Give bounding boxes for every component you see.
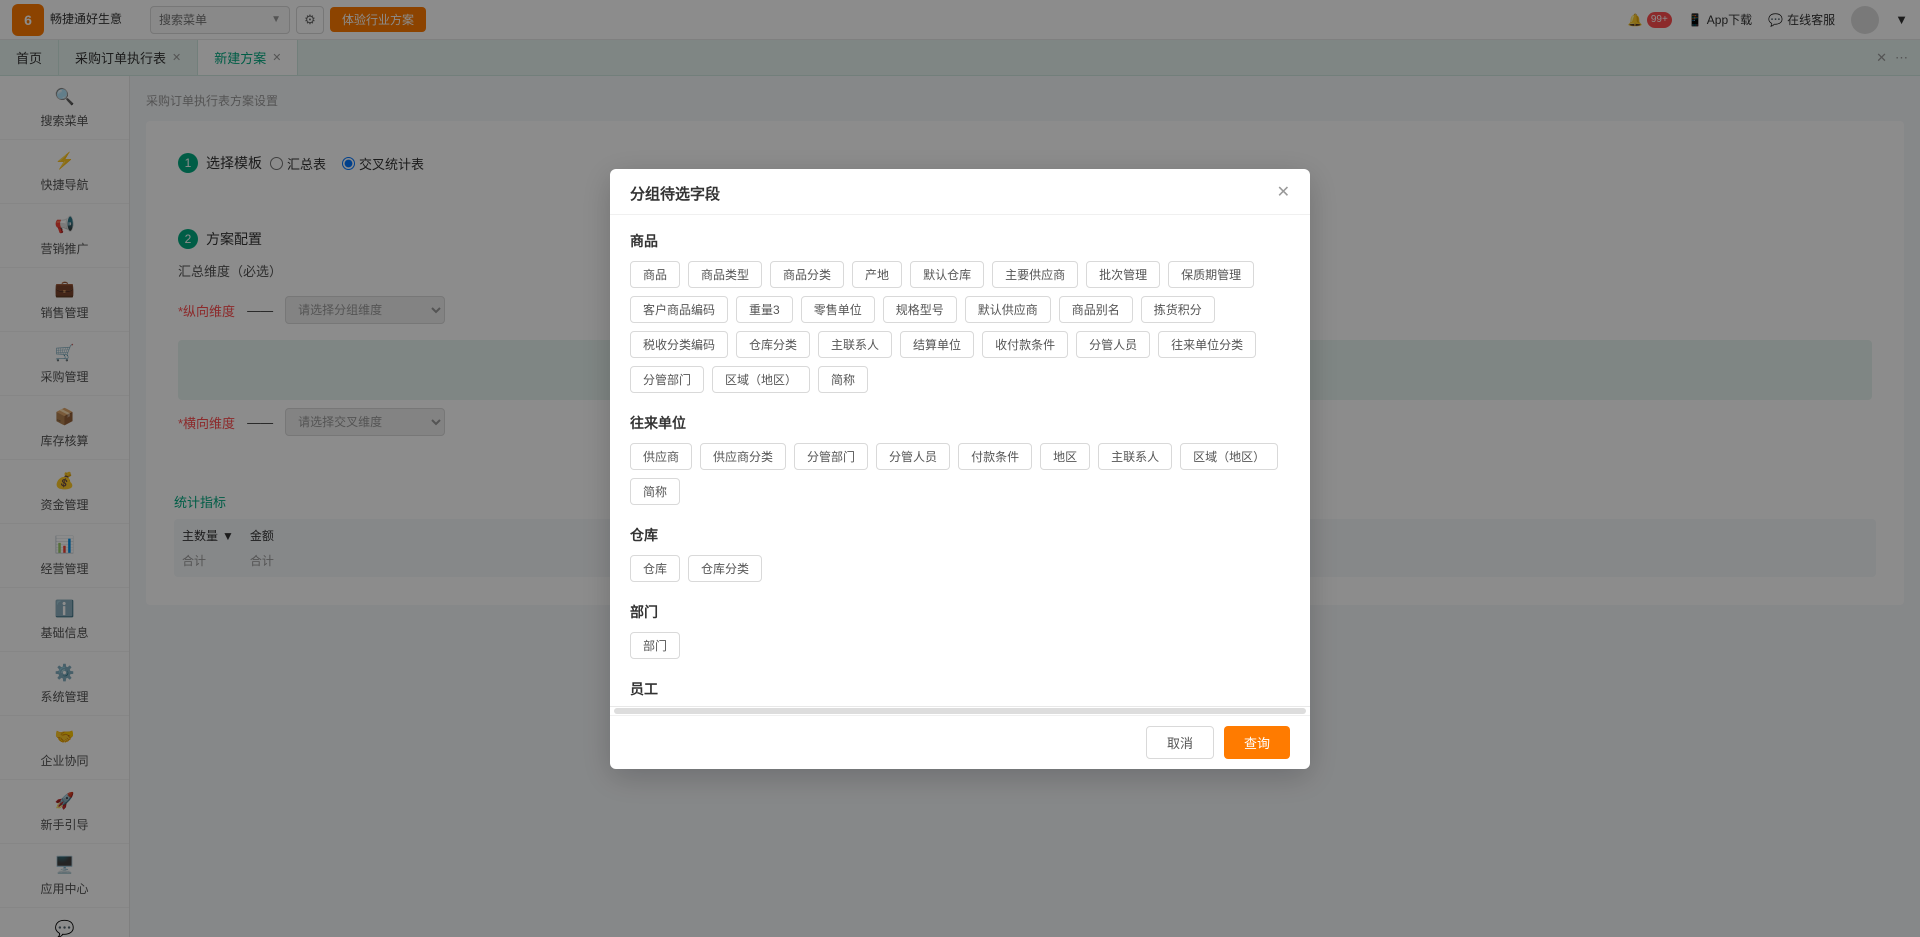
field-select-modal: 分组待选字段 ✕ 商品 商品 商品类型 商品分类 产地 默认仓库 主要供应商 批… <box>610 169 1310 769</box>
field-tag[interactable]: 默认仓库 <box>910 261 984 288</box>
field-group-staff: 员工 业务员 <box>630 679 1290 706</box>
field-tag[interactable]: 分管部门 <box>794 443 868 470</box>
field-tags-dept: 部门 <box>630 632 1290 659</box>
modal-footer: 取消 查询 <box>610 715 1310 769</box>
field-group-partner: 往来单位 供应商 供应商分类 分管部门 分管人员 付款条件 地区 主联系人 区域… <box>630 413 1290 505</box>
field-group-warehouse: 仓库 仓库 仓库分类 <box>630 525 1290 582</box>
field-tag[interactable]: 税收分类编码 <box>630 331 728 358</box>
field-tag[interactable]: 默认供应商 <box>965 296 1051 323</box>
field-tag[interactable]: 地区 <box>1040 443 1090 470</box>
modal-header: 分组待选字段 ✕ <box>610 169 1310 215</box>
field-tag[interactable]: 部门 <box>630 632 680 659</box>
field-tag[interactable]: 商品 <box>630 261 680 288</box>
field-group-dept: 部门 部门 <box>630 602 1290 659</box>
field-group-staff-title: 员工 <box>630 679 1290 699</box>
field-tag[interactable]: 产地 <box>852 261 902 288</box>
field-tag[interactable]: 拣货积分 <box>1141 296 1215 323</box>
modal-hscroll[interactable] <box>610 706 1310 715</box>
field-tag[interactable]: 简称 <box>818 366 868 393</box>
field-tag[interactable]: 零售单位 <box>801 296 875 323</box>
field-tag[interactable]: 区域（地区） <box>1180 443 1278 470</box>
field-tag[interactable]: 分管人员 <box>1076 331 1150 358</box>
field-tag[interactable]: 主要供应商 <box>992 261 1078 288</box>
modal-overlay: 分组待选字段 ✕ 商品 商品 商品类型 商品分类 产地 默认仓库 主要供应商 批… <box>0 0 1920 937</box>
field-tag[interactable]: 规格型号 <box>883 296 957 323</box>
field-tag[interactable]: 往来单位分类 <box>1158 331 1256 358</box>
field-tag[interactable]: 结算单位 <box>900 331 974 358</box>
field-group-warehouse-title: 仓库 <box>630 525 1290 545</box>
field-tag[interactable]: 仓库分类 <box>736 331 810 358</box>
field-group-goods-title: 商品 <box>630 231 1290 251</box>
field-tags-partner: 供应商 供应商分类 分管部门 分管人员 付款条件 地区 主联系人 区域（地区） … <box>630 443 1290 505</box>
field-tag[interactable]: 重量3 <box>736 296 793 323</box>
field-tag[interactable]: 供应商 <box>630 443 692 470</box>
field-tag[interactable]: 付款条件 <box>958 443 1032 470</box>
cancel-button[interactable]: 取消 <box>1146 726 1214 759</box>
field-group-dept-title: 部门 <box>630 602 1290 622</box>
field-tag[interactable]: 客户商品编码 <box>630 296 728 323</box>
modal-hscroll-bar <box>614 708 1306 714</box>
field-tag[interactable]: 收付款条件 <box>982 331 1068 358</box>
field-tag[interactable]: 主联系人 <box>1098 443 1172 470</box>
confirm-button[interactable]: 查询 <box>1224 726 1290 759</box>
field-tag[interactable]: 商品别名 <box>1059 296 1133 323</box>
modal-title: 分组待选字段 <box>630 183 720 204</box>
field-tag[interactable]: 仓库分类 <box>688 555 762 582</box>
modal-body: 商品 商品 商品类型 商品分类 产地 默认仓库 主要供应商 批次管理 保质期管理… <box>610 215 1310 706</box>
field-tag[interactable]: 分管人员 <box>876 443 950 470</box>
field-group-goods: 商品 商品 商品类型 商品分类 产地 默认仓库 主要供应商 批次管理 保质期管理… <box>630 231 1290 393</box>
field-tag[interactable]: 简称 <box>630 478 680 505</box>
field-tag[interactable]: 供应商分类 <box>700 443 786 470</box>
field-tag[interactable]: 主联系人 <box>818 331 892 358</box>
field-tag[interactable]: 保质期管理 <box>1168 261 1254 288</box>
field-tag[interactable]: 批次管理 <box>1086 261 1160 288</box>
field-tag[interactable]: 商品类型 <box>688 261 762 288</box>
modal-close-icon[interactable]: ✕ <box>1277 185 1290 201</box>
field-tags-goods: 商品 商品类型 商品分类 产地 默认仓库 主要供应商 批次管理 保质期管理 客户… <box>630 261 1290 393</box>
field-tag[interactable]: 区域（地区） <box>712 366 810 393</box>
field-tag[interactable]: 分管部门 <box>630 366 704 393</box>
field-tag[interactable]: 仓库 <box>630 555 680 582</box>
field-tags-warehouse: 仓库 仓库分类 <box>630 555 1290 582</box>
field-tag[interactable]: 商品分类 <box>770 261 844 288</box>
field-group-partner-title: 往来单位 <box>630 413 1290 433</box>
